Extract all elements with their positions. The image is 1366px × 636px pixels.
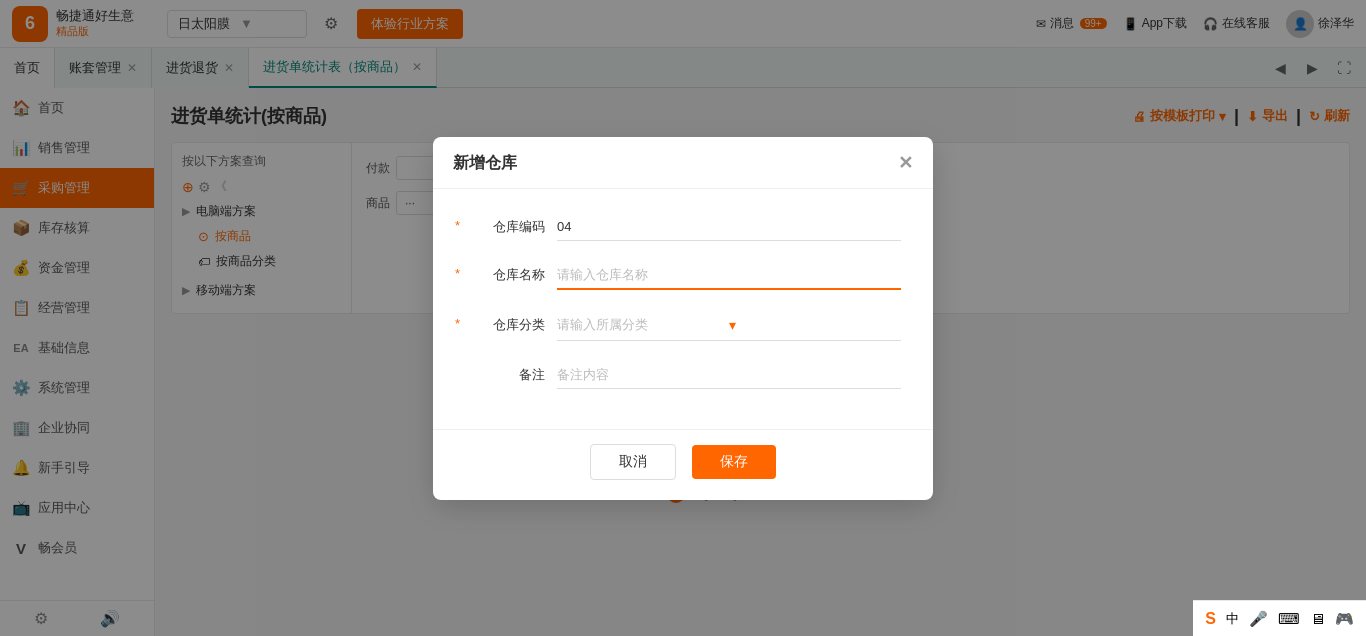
new-warehouse-modal: 新增仓库 ✕ 仓库编码 仓库名称 仓库分类 请输入所属分类 ▾: [433, 137, 933, 500]
modal-footer: 取消 保存: [433, 429, 933, 500]
modal-overlay: 新增仓库 ✕ 仓库编码 仓库名称 仓库分类 请输入所属分类 ▾: [0, 0, 1366, 636]
category-field-row: 仓库分类 请输入所属分类 ▾: [465, 310, 901, 341]
category-label: 仓库分类: [465, 316, 545, 334]
note-label: 备注: [465, 366, 545, 384]
category-dropdown-arrow: ▾: [729, 317, 901, 333]
status-footer: S 中 🎤 ⌨ 🖥 🎮: [1193, 600, 1366, 636]
name-label: 仓库名称: [465, 266, 545, 284]
category-select[interactable]: 请输入所属分类 ▾: [557, 310, 901, 341]
cancel-btn[interactable]: 取消: [590, 444, 676, 480]
modal-header: 新增仓库 ✕: [433, 137, 933, 189]
code-field-row: 仓库编码: [465, 213, 901, 241]
code-input[interactable]: [557, 213, 901, 241]
note-input[interactable]: [557, 361, 901, 389]
modal-body: 仓库编码 仓库名称 仓库分类 请输入所属分类 ▾ 备注: [433, 189, 933, 429]
monitor-icon[interactable]: 🖥: [1310, 610, 1325, 627]
lang-icon[interactable]: 中: [1226, 610, 1239, 628]
modal-title: 新增仓库: [453, 153, 517, 174]
mic-icon[interactable]: 🎤: [1249, 610, 1268, 628]
code-label: 仓库编码: [465, 218, 545, 236]
name-input[interactable]: [557, 261, 901, 290]
s-brand-icon: S: [1205, 610, 1216, 628]
gamepad-icon[interactable]: 🎮: [1335, 610, 1354, 628]
modal-close-btn[interactable]: ✕: [898, 154, 913, 172]
category-placeholder: 请输入所属分类: [557, 316, 729, 334]
save-btn[interactable]: 保存: [692, 445, 776, 479]
keyboard-icon[interactable]: ⌨: [1278, 610, 1300, 628]
name-field-row: 仓库名称: [465, 261, 901, 290]
note-field-row: 备注: [465, 361, 901, 389]
